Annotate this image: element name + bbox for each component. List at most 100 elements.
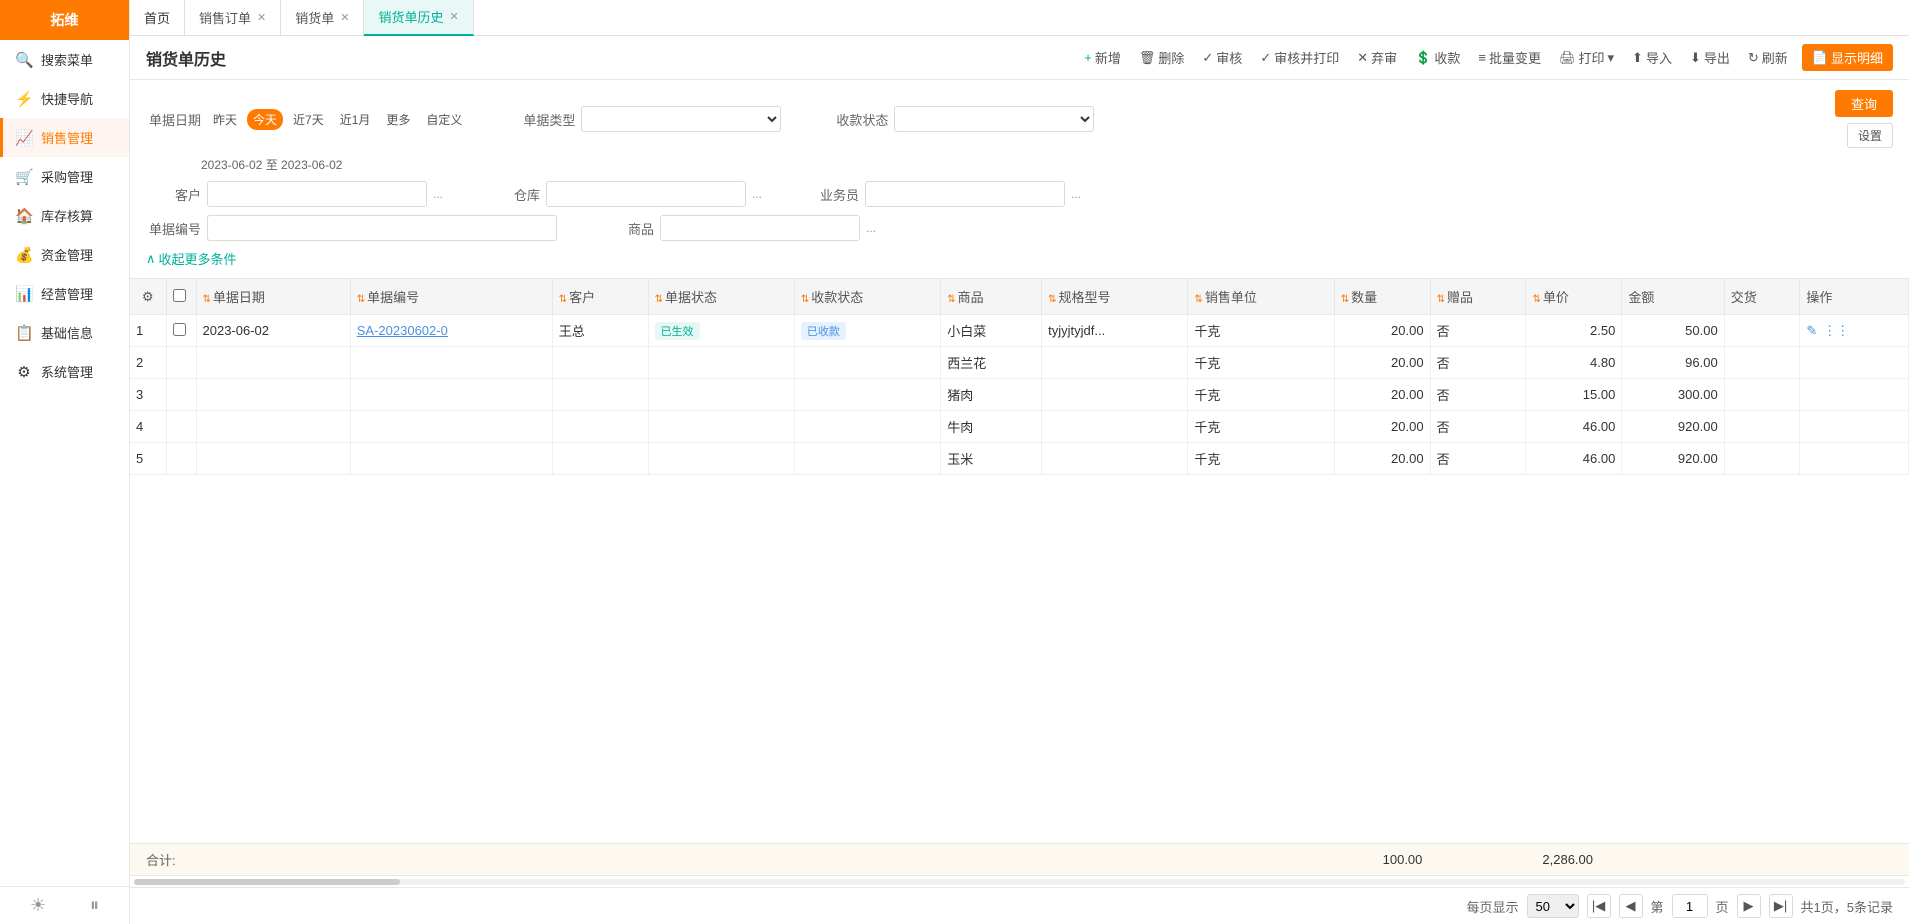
docno-input[interactable] bbox=[207, 215, 557, 241]
tab-sales-order-close[interactable]: ✕ bbox=[257, 11, 266, 24]
cell-doc-date bbox=[196, 443, 350, 475]
customer-input[interactable] bbox=[207, 181, 427, 207]
col-qty[interactable]: ⇅数量 bbox=[1334, 279, 1430, 315]
table-settings-icon[interactable]: ⚙ bbox=[142, 289, 154, 304]
shortcut-7days[interactable]: 近7天 bbox=[287, 109, 330, 130]
shortcut-more[interactable]: 更多 bbox=[380, 109, 416, 130]
refresh-button[interactable]: ↻ 刷新 bbox=[1744, 45, 1792, 70]
sidebar-item-basic-info[interactable]: 📋 基础信息 bbox=[0, 313, 129, 352]
shortcut-yesterday[interactable]: 昨天 bbox=[207, 109, 243, 130]
cell-action bbox=[1800, 347, 1909, 379]
sidebar-item-purchase-mgmt[interactable]: 🛒 采购管理 bbox=[0, 157, 129, 196]
col-spec[interactable]: ⇅规格型号 bbox=[1042, 279, 1188, 315]
tab-sales-delivery-close[interactable]: ✕ bbox=[340, 11, 349, 24]
add-icon: + bbox=[1084, 50, 1092, 65]
query-button[interactable]: 查询 bbox=[1835, 90, 1893, 117]
cell-amount: 920.00 bbox=[1622, 411, 1724, 443]
abandon-button[interactable]: ✕ 弃审 bbox=[1353, 45, 1401, 70]
collect-button[interactable]: 💲 收款 bbox=[1411, 45, 1464, 70]
footer-label: 合计: bbox=[146, 850, 176, 869]
batch-change-button[interactable]: ≡ 批量变更 bbox=[1474, 45, 1545, 70]
audit-print-button[interactable]: ✓ 审核并打印 bbox=[1256, 45, 1343, 70]
cell-price: 46.00 bbox=[1526, 443, 1622, 475]
delete-button[interactable]: 🗑 删除 bbox=[1135, 45, 1189, 70]
scrollbar-track[interactable] bbox=[134, 879, 1905, 885]
tab-home[interactable]: 首页 bbox=[130, 0, 185, 36]
row-checkbox[interactable] bbox=[173, 323, 186, 336]
tab-sales-history-label: 销货单历史 bbox=[378, 7, 443, 26]
print-button[interactable]: 🖨 打印 ▾ bbox=[1555, 45, 1618, 70]
select-all-checkbox[interactable] bbox=[173, 289, 186, 302]
sidebar-item-label: 销售管理 bbox=[41, 128, 93, 147]
salesperson-more-dots[interactable]: ... bbox=[1071, 187, 1081, 201]
cell-trade bbox=[1724, 411, 1800, 443]
doc-type-select[interactable] bbox=[581, 106, 781, 132]
first-page-button[interactable]: |◀ bbox=[1587, 894, 1611, 918]
settings-button[interactable]: 设置 bbox=[1847, 123, 1893, 148]
horizontal-scrollbar[interactable] bbox=[130, 875, 1909, 887]
filter-row-3: 单据编号 商品 ... bbox=[146, 215, 1893, 241]
tab-sales-history[interactable]: 销货单历史 ✕ bbox=[364, 0, 473, 36]
home-icon: 🏠 bbox=[15, 207, 33, 225]
filter-pay-status-field: 收款状态 bbox=[833, 106, 1094, 132]
cell-doc-date bbox=[196, 347, 350, 379]
shortcut-custom[interactable]: 自定义 bbox=[420, 109, 468, 130]
col-settings[interactable]: ⚙ bbox=[130, 279, 166, 315]
action-more-icon[interactable]: ⋮⋮ bbox=[1823, 323, 1849, 338]
pay-status-select[interactable] bbox=[894, 106, 1094, 132]
shortcut-today[interactable]: 今天 bbox=[247, 109, 283, 130]
page-input[interactable] bbox=[1672, 894, 1708, 918]
col-doc-date[interactable]: ⇅单据日期 bbox=[196, 279, 350, 315]
col-price[interactable]: ⇅单价 bbox=[1526, 279, 1622, 315]
col-customer[interactable]: ⇅客户 bbox=[552, 279, 648, 315]
footer-total-qty: 100.00 bbox=[1383, 852, 1423, 867]
add-button[interactable]: + 新增 bbox=[1080, 45, 1125, 70]
audit-button[interactable]: ✓ 审核 bbox=[1198, 45, 1246, 70]
tab-sales-order[interactable]: 销售订单 ✕ bbox=[185, 0, 281, 36]
col-doc-status[interactable]: ⇅单据状态 bbox=[648, 279, 794, 315]
col-doc-no[interactable]: ⇅单据编号 bbox=[350, 279, 552, 315]
doc-no-link[interactable]: SA-20230602-0 bbox=[357, 323, 448, 338]
table-container[interactable]: ⚙ ⇅单据日期 ⇅单据编号 ⇅客户 ⇅单据状态 ⇅收款状态 ⇅商品 ⇅规格型号 … bbox=[130, 279, 1909, 843]
sidebar-item-system-mgmt[interactable]: ⚙ 系统管理 bbox=[0, 352, 129, 391]
action-edit-icon[interactable]: ✎ bbox=[1806, 323, 1817, 338]
sidebar-item-inventory[interactable]: 🏠 库存核算 bbox=[0, 196, 129, 235]
sidebar-sun-icon[interactable]: ☀ bbox=[30, 895, 46, 916]
sidebar-item-search-menu[interactable]: 🔍 搜索菜单 bbox=[0, 40, 129, 79]
per-page-select[interactable]: 50 100 bbox=[1527, 894, 1579, 918]
warehouse-more-dots[interactable]: ... bbox=[752, 187, 762, 201]
audit-label: 审核 bbox=[1216, 48, 1242, 67]
tab-sales-delivery[interactable]: 销货单 ✕ bbox=[281, 0, 364, 36]
product-input[interactable] bbox=[660, 215, 860, 241]
sidebar-item-sales-mgmt[interactable]: 📈 销售管理 bbox=[0, 118, 129, 157]
col-gift[interactable]: ⇅赠品 bbox=[1430, 279, 1526, 315]
shortcut-1month[interactable]: 近1月 bbox=[334, 109, 377, 130]
collapse-button[interactable]: ∧ 收起更多条件 bbox=[146, 249, 1893, 268]
col-unit[interactable]: ⇅销售单位 bbox=[1188, 279, 1334, 315]
customer-more-dots[interactable]: ... bbox=[433, 187, 443, 201]
sidebar-item-quick-nav[interactable]: ⚡ 快捷导航 bbox=[0, 79, 129, 118]
product-more-dots[interactable]: ... bbox=[866, 221, 876, 235]
sidebar-item-operations[interactable]: 📊 经营管理 bbox=[0, 274, 129, 313]
warehouse-input[interactable] bbox=[546, 181, 746, 207]
prev-page-button[interactable]: ◀ bbox=[1619, 894, 1643, 918]
export-button[interactable]: ⬇ 导出 bbox=[1686, 45, 1734, 70]
show-detail-label: 显示明细 bbox=[1831, 48, 1883, 67]
show-detail-button[interactable]: 📄 显示明细 bbox=[1802, 44, 1893, 71]
sidebar-pause-icon[interactable]: ⏸ bbox=[90, 895, 99, 916]
tab-sales-order-label: 销售订单 bbox=[199, 8, 251, 27]
cell-checkbox bbox=[166, 443, 196, 475]
col-pay-status[interactable]: ⇅收款状态 bbox=[794, 279, 940, 315]
sidebar-item-finance[interactable]: 💰 资金管理 bbox=[0, 235, 129, 274]
table-row: 5 玉米 千克 20.00 否 46.00 920.00 bbox=[130, 443, 1909, 475]
last-page-button[interactable]: ▶| bbox=[1769, 894, 1793, 918]
cell-doc-status bbox=[648, 379, 794, 411]
scrollbar-thumb[interactable] bbox=[134, 879, 400, 885]
tab-sales-history-close[interactable]: ✕ bbox=[450, 10, 459, 23]
col-product[interactable]: ⇅商品 bbox=[941, 279, 1042, 315]
refresh-label: 刷新 bbox=[1762, 48, 1788, 67]
import-button[interactable]: ⬆ 导入 bbox=[1628, 45, 1676, 70]
next-page-button[interactable]: ▶ bbox=[1737, 894, 1761, 918]
salesperson-input[interactable] bbox=[865, 181, 1065, 207]
filter-salesperson-field: 业务员 ... bbox=[804, 181, 1081, 207]
